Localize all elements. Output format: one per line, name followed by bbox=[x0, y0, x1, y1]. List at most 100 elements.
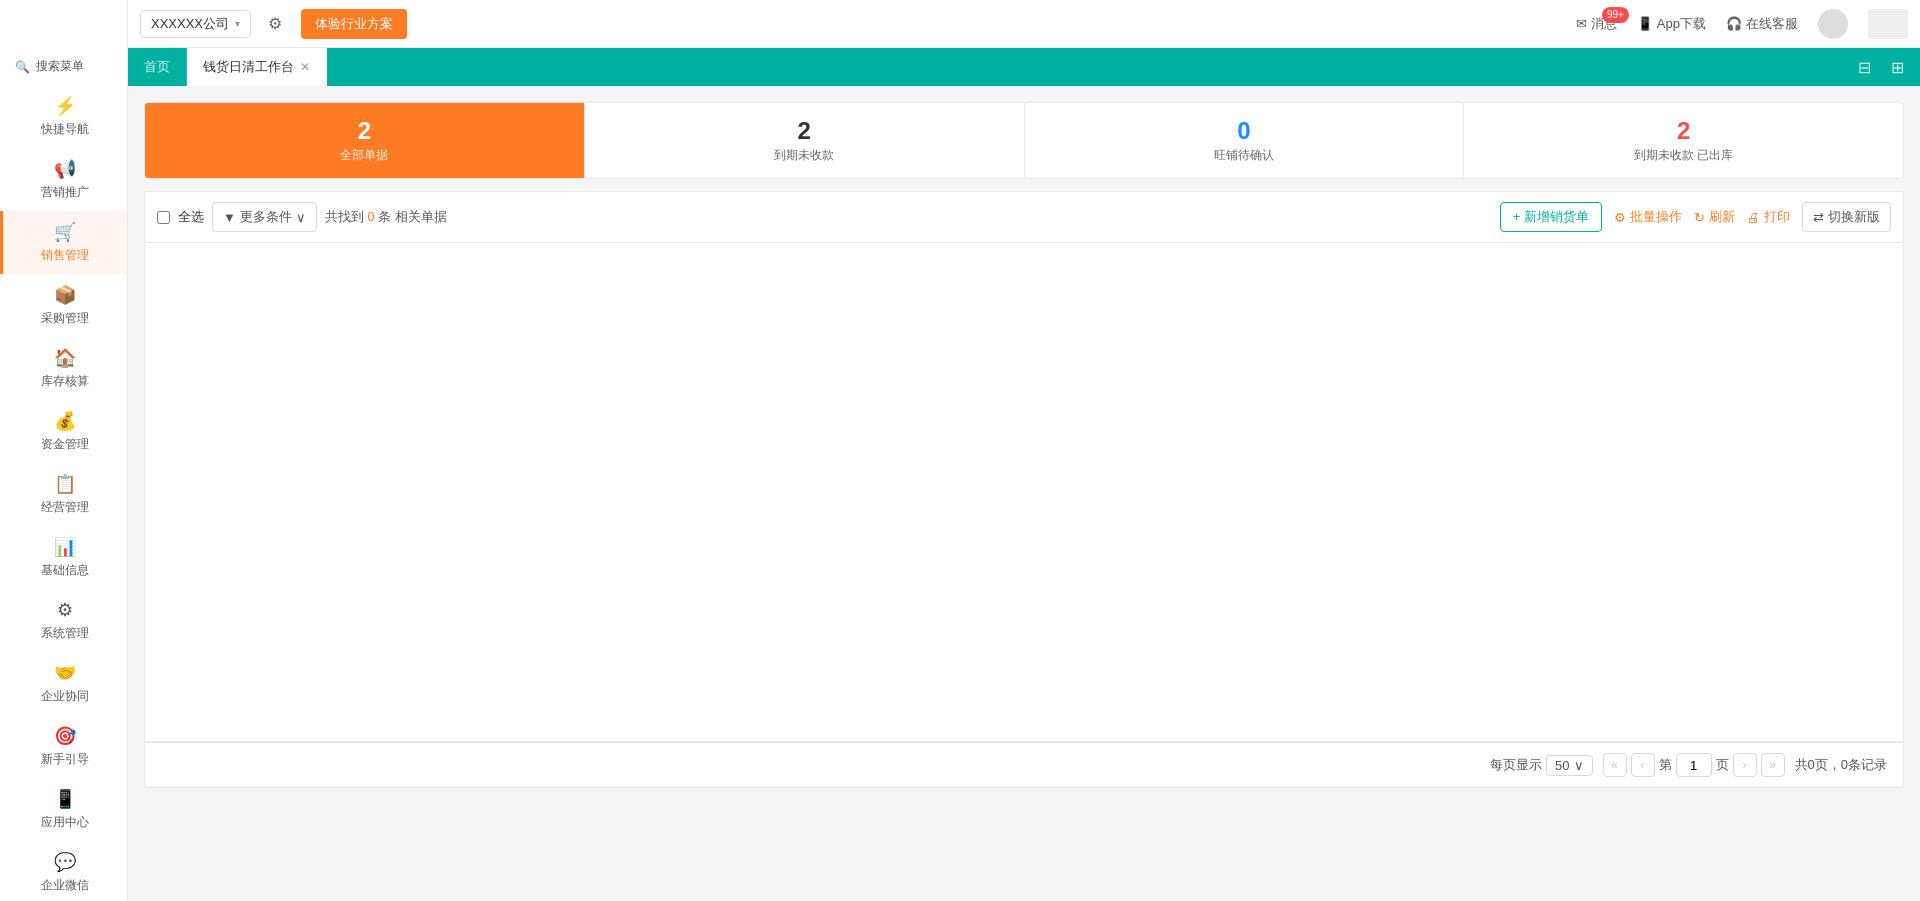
select-all-label: 全选 bbox=[178, 208, 204, 226]
sidebar-item-app-center[interactable]: 📱 应用中心 bbox=[0, 778, 127, 841]
refresh-label: 刷新 bbox=[1709, 208, 1735, 226]
next-page-button[interactable]: › bbox=[1733, 753, 1757, 777]
sidebar-item-inventory[interactable]: 🏠 库存核算 bbox=[0, 337, 127, 400]
batch-operation-button[interactable]: ⚙ 批量操作 bbox=[1614, 208, 1682, 226]
user-name-area[interactable] bbox=[1868, 9, 1908, 39]
toolbar-left: 全选 ▼ 更多条件 ∨ 共找到 0 条 相关单据 bbox=[157, 202, 1490, 232]
trial-button[interactable]: 体验行业方案 bbox=[301, 9, 407, 39]
table-empty bbox=[145, 243, 1903, 741]
page-size-chevron: ∨ bbox=[1574, 758, 1584, 773]
page-suffix: 页 bbox=[1716, 756, 1729, 774]
sidebar-item-marketing[interactable]: 📢 营销推广 bbox=[0, 148, 127, 211]
maximize-icon[interactable]: ⊞ bbox=[1885, 56, 1910, 79]
stat-label-shipped: 到期未收款 已出库 bbox=[1480, 147, 1887, 164]
sidebar-label-basic-info: 基础信息 bbox=[41, 562, 89, 579]
message-button[interactable]: ✉ 消息 99+ bbox=[1576, 15, 1617, 33]
tab-workbench-label: 钱货日清工作台 bbox=[203, 58, 294, 76]
sidebar-label-system: 系统管理 bbox=[41, 625, 89, 642]
pagination-bar: 每页显示 50 ∨ « ‹ 第 页 › » 共0页，0条记录 bbox=[144, 742, 1904, 788]
chat-icon: 💬 bbox=[54, 851, 76, 873]
chevron-icon: ∨ bbox=[296, 210, 306, 225]
message-badge: 99+ bbox=[1602, 7, 1629, 23]
sidebar-item-capital[interactable]: 💰 资金管理 bbox=[0, 400, 127, 463]
batch-icon: ⚙ bbox=[1614, 210, 1626, 225]
sidebar-label-sales: 销售管理 bbox=[41, 247, 89, 264]
sidebar-search[interactable]: 🔍 搜索菜单 bbox=[0, 48, 127, 85]
sidebar-item-system[interactable]: ⚙ 系统管理 bbox=[0, 589, 127, 652]
main-content: 2 全部单据 2 到期未收款 0 旺铺待确认 2 到期未收款 已出库 全选 ▼ … bbox=[128, 86, 1920, 901]
app-download-icon: 📱 bbox=[1637, 16, 1653, 31]
sidebar-label-purchase: 采购管理 bbox=[41, 310, 89, 327]
sidebar-item-operations[interactable]: 📋 经营管理 bbox=[0, 463, 127, 526]
add-sale-button[interactable]: + 新增销货单 bbox=[1500, 202, 1602, 232]
print-label: 打印 bbox=[1764, 208, 1790, 226]
sidebar-label-capital: 资金管理 bbox=[41, 436, 89, 453]
stat-card-overdue[interactable]: 2 到期未收款 bbox=[585, 103, 1025, 178]
stat-number-all: 2 bbox=[161, 117, 568, 145]
sidebar-item-wechat[interactable]: 💬 企业微信 bbox=[0, 841, 127, 901]
guide-icon: 🎯 bbox=[54, 725, 76, 747]
sidebar-label-guide: 新手引导 bbox=[41, 751, 89, 768]
message-icon: ✉ bbox=[1576, 16, 1587, 31]
print-button[interactable]: 🖨 打印 bbox=[1747, 208, 1790, 226]
tab-home[interactable]: 首页 bbox=[128, 48, 187, 86]
stat-label-overdue: 到期未收款 bbox=[601, 147, 1008, 164]
sidebar-label-wechat: 企业微信 bbox=[41, 877, 89, 894]
page-size-value: 50 bbox=[1555, 758, 1569, 773]
prev-page-button[interactable]: ‹ bbox=[1631, 753, 1655, 777]
last-page-button[interactable]: » bbox=[1761, 753, 1785, 777]
nav-tabs-bar-right: ⊟ ⊞ bbox=[1852, 56, 1920, 79]
settings-icon[interactable]: ⚙ bbox=[259, 8, 291, 40]
stat-number-shipped: 2 bbox=[1480, 117, 1887, 145]
money-icon: 💰 bbox=[54, 410, 76, 432]
stat-card-pending[interactable]: 0 旺铺待确认 bbox=[1025, 103, 1465, 178]
sidebar-item-cooperation[interactable]: 🤝 企业协同 bbox=[0, 652, 127, 715]
select-all-checkbox[interactable] bbox=[157, 211, 170, 224]
sidebar-item-purchase[interactable]: 📦 采购管理 bbox=[0, 274, 127, 337]
page-number-input[interactable] bbox=[1676, 753, 1712, 777]
sidebar-item-sales[interactable]: 🛒 销售管理 bbox=[0, 211, 127, 274]
header-right: ✉ 消息 99+ 📱 App下载 🎧 在线客服 bbox=[1576, 9, 1908, 39]
company-selector[interactable]: XXXXXX公司 ▾ bbox=[140, 10, 251, 38]
stat-number-overdue: 2 bbox=[601, 117, 1008, 145]
sidebar-item-basic-info[interactable]: 📊 基础信息 bbox=[0, 526, 127, 589]
sidebar-label-marketing: 营销推广 bbox=[41, 184, 89, 201]
page-size-box[interactable]: 50 ∨ bbox=[1546, 755, 1592, 776]
online-service-button[interactable]: 🎧 在线客服 bbox=[1726, 15, 1798, 33]
table-area bbox=[144, 242, 1904, 742]
refresh-button[interactable]: ↻ 刷新 bbox=[1694, 208, 1735, 226]
sidebar-label-operations: 经营管理 bbox=[41, 499, 89, 516]
online-service-label: 在线客服 bbox=[1746, 15, 1798, 33]
nav-tabs-bar: 首页 钱货日清工作台 ✕ ⊟ ⊞ bbox=[128, 48, 1920, 86]
app-download-button[interactable]: 📱 App下载 bbox=[1637, 15, 1706, 33]
sidebar: 🔍 搜索菜单 ⚡ 快捷导航 📢 营销推广 🛒 销售管理 📦 采购管理 🏠 库存核… bbox=[0, 0, 128, 901]
warehouse-icon: 🏠 bbox=[54, 347, 76, 369]
clipboard-icon: 📋 bbox=[54, 473, 76, 495]
page-nav: « ‹ 第 页 › » bbox=[1603, 753, 1785, 777]
database-icon: 📊 bbox=[54, 536, 76, 558]
sidebar-item-quick-nav[interactable]: ⚡ 快捷导航 bbox=[0, 85, 127, 148]
first-page-button[interactable]: « bbox=[1603, 753, 1627, 777]
switch-version-button[interactable]: ⇄ 切换新版 bbox=[1802, 202, 1891, 232]
close-tab-icon[interactable]: ✕ bbox=[300, 60, 310, 74]
avatar[interactable] bbox=[1818, 9, 1848, 39]
sidebar-search-label: 搜索菜单 bbox=[36, 58, 84, 75]
app-download-label: App下载 bbox=[1657, 15, 1706, 33]
filter-label: 更多条件 bbox=[240, 208, 292, 226]
sidebar-label-app-center: 应用中心 bbox=[41, 814, 89, 831]
print-icon: 🖨 bbox=[1747, 210, 1760, 225]
switch-label: 切换新版 bbox=[1828, 208, 1880, 226]
toolbar: 全选 ▼ 更多条件 ∨ 共找到 0 条 相关单据 + 新增销货单 ⚙ 批量操作 bbox=[144, 191, 1904, 242]
refresh-icon: ↻ bbox=[1694, 210, 1705, 225]
total-text: 共0页，0条记录 bbox=[1795, 756, 1887, 774]
stat-label-all: 全部单据 bbox=[161, 147, 568, 164]
filter-icon: ▼ bbox=[223, 210, 236, 225]
stat-card-shipped[interactable]: 2 到期未收款 已出库 bbox=[1464, 103, 1903, 178]
stat-card-all[interactable]: 2 全部单据 bbox=[145, 103, 585, 178]
sidebar-item-guide[interactable]: 🎯 新手引导 bbox=[0, 715, 127, 778]
handshake-icon: 🤝 bbox=[54, 662, 76, 684]
tab-workbench[interactable]: 钱货日清工作台 ✕ bbox=[187, 48, 327, 86]
minimize-icon[interactable]: ⊟ bbox=[1852, 56, 1877, 79]
filter-button[interactable]: ▼ 更多条件 ∨ bbox=[212, 202, 317, 232]
search-icon: 🔍 bbox=[15, 60, 30, 74]
